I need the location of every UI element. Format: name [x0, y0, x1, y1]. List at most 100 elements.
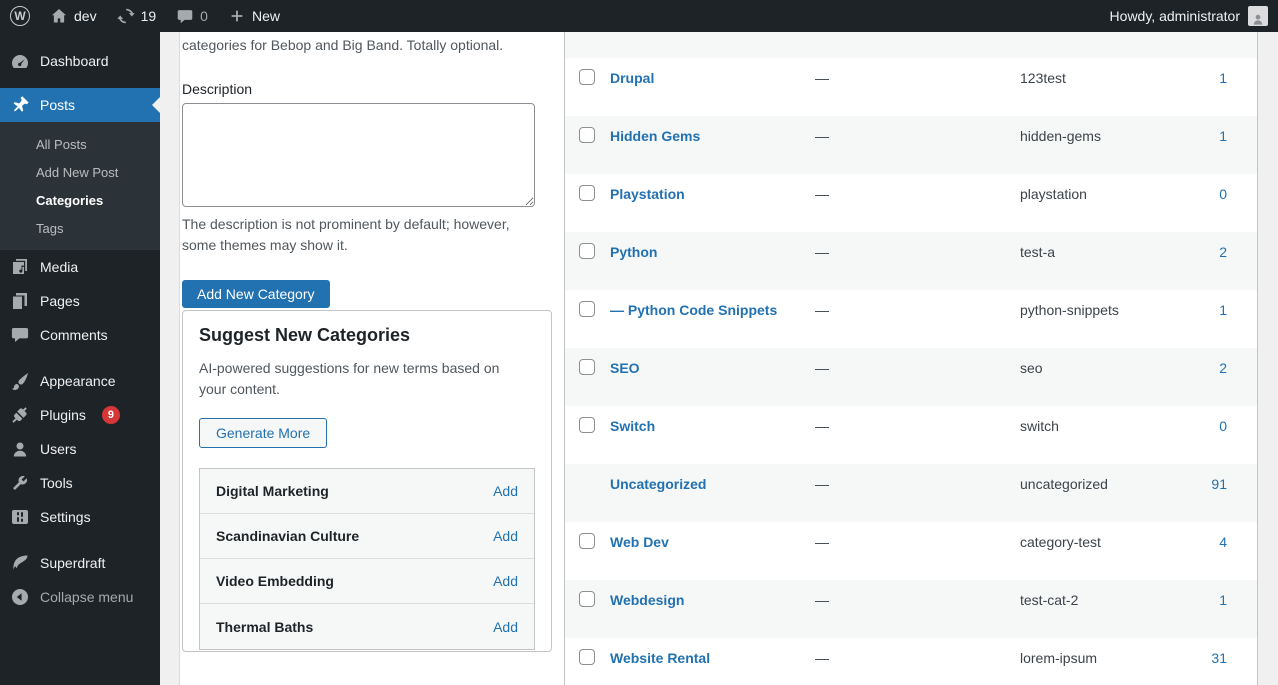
updates-link[interactable]: 19 — [107, 0, 167, 32]
row-select-checkbox[interactable] — [579, 649, 595, 665]
row-select-checkbox[interactable] — [579, 591, 595, 607]
sidebar-item-pages[interactable]: Pages — [0, 284, 160, 318]
row-select-checkbox[interactable] — [579, 417, 595, 433]
suggestions-list: Digital Marketing Add Scandinavian Cultu… — [199, 468, 535, 650]
category-post-count-link[interactable]: 0 — [1219, 418, 1227, 434]
add-new-category-button[interactable]: Add New Category — [182, 280, 330, 308]
collapse-arrow-icon — [10, 587, 30, 607]
sidebar-item-comments[interactable]: Comments — [0, 318, 160, 352]
category-description: — — [815, 360, 829, 376]
sidebar-item-settings[interactable]: Settings — [0, 500, 160, 534]
pages-icon — [10, 291, 30, 311]
category-post-count-link[interactable]: 4 — [1219, 534, 1227, 550]
category-name-link[interactable]: Drupal — [610, 70, 654, 86]
category-name-link[interactable]: Hidden Gems — [610, 128, 700, 144]
category-description: — — [815, 650, 829, 666]
category-name-link[interactable]: Switch — [610, 418, 655, 434]
category-post-count-link[interactable]: 1 — [1219, 592, 1227, 608]
row-select-checkbox[interactable] — [579, 533, 595, 549]
sidebar-item-label: Users — [40, 441, 77, 457]
comments-icon — [10, 325, 30, 345]
category-slug: hidden-gems — [1020, 128, 1101, 144]
row-select-checkbox[interactable] — [579, 243, 595, 259]
howdy-account-link[interactable]: Howdy, administrator — [1110, 8, 1240, 24]
avatar[interactable] — [1248, 6, 1268, 26]
category-slug: seo — [1020, 360, 1043, 376]
table-row: Hidden Gems — hidden-gems 1 — [565, 116, 1257, 174]
table-row: SEO — seo 2 — [565, 348, 1257, 406]
submenu-item[interactable]: Tags — [0, 214, 160, 242]
category-name-link[interactable]: Website Rental — [610, 650, 710, 666]
category-description: — — [815, 534, 829, 550]
sidebar-item-label: Superdraft — [40, 555, 106, 571]
updates-count: 19 — [140, 8, 157, 24]
sidebar-item-media[interactable]: Media — [0, 250, 160, 284]
submenu-item[interactable]: Categories — [0, 186, 160, 214]
categories-table: Drupal — 123test 1 Hidden Gems — hidden-… — [564, 32, 1258, 685]
category-description: — — [815, 70, 829, 86]
sidebar-item-dashboard[interactable]: Dashboard — [0, 44, 160, 78]
category-name-link[interactable]: Playstation — [610, 186, 685, 202]
category-name-link[interactable]: — Python Code Snippets — [610, 302, 777, 318]
site-name-link[interactable]: dev — [40, 0, 107, 32]
new-content-link[interactable]: New — [218, 0, 290, 32]
suggestion-name: Video Embedding — [216, 573, 334, 589]
submenu-item[interactable]: All Posts — [0, 130, 160, 158]
suggestion-add-link[interactable]: Add — [493, 483, 518, 499]
row-select-checkbox[interactable] — [579, 127, 595, 143]
sidebar-item-users[interactable]: Users — [0, 432, 160, 466]
category-post-count-link[interactable]: 2 — [1219, 244, 1227, 260]
suggestion-add-link[interactable]: Add — [493, 573, 518, 589]
suggestion-row: Video Embedding Add — [200, 559, 534, 604]
category-post-count-link[interactable]: 1 — [1219, 128, 1227, 144]
collapse-menu-button[interactable]: Collapse menu — [0, 580, 160, 614]
suggestion-row: Digital Marketing Add — [200, 469, 534, 514]
table-row: Web Dev — category-test 4 — [565, 522, 1257, 580]
sidebar-item-tools[interactable]: Tools — [0, 466, 160, 500]
category-description: — — [815, 476, 829, 492]
submenu-item-label: Categories — [36, 192, 104, 208]
category-post-count-link[interactable]: 1 — [1219, 70, 1227, 86]
sidebar-item-label: Collapse menu — [40, 589, 134, 605]
row-select-checkbox[interactable] — [579, 301, 595, 317]
pushpin-icon — [10, 95, 30, 115]
category-description: — — [815, 592, 829, 608]
dashboard-icon — [10, 51, 30, 71]
sidebar-item-posts[interactable]: Posts — [0, 88, 160, 122]
sidebar-item-plugins[interactable]: Plugins 9 — [0, 398, 160, 432]
category-post-count-link[interactable]: 2 — [1219, 360, 1227, 376]
row-select-checkbox[interactable] — [579, 185, 595, 201]
submenu-item[interactable]: Add New Post — [0, 158, 160, 186]
category-name-link[interactable]: Web Dev — [610, 534, 669, 550]
sidebar-item-label: Tools — [40, 475, 73, 491]
submenu-item-label: All Posts — [36, 136, 87, 152]
category-name-link[interactable]: Webdesign — [610, 592, 684, 608]
category-slug: lorem-ipsum — [1020, 650, 1098, 666]
suggestion-add-link[interactable]: Add — [493, 528, 518, 544]
category-name-link[interactable]: Uncategorized — [610, 476, 706, 492]
table-rows: Drupal — 123test 1 Hidden Gems — hidden-… — [565, 58, 1257, 685]
comments-link[interactable]: 0 — [166, 0, 218, 32]
category-post-count-link[interactable]: 1 — [1219, 302, 1227, 318]
category-post-count-link[interactable]: 0 — [1219, 186, 1227, 202]
row-select-checkbox[interactable] — [579, 69, 595, 85]
sidebar-item-appearance[interactable]: Appearance — [0, 364, 160, 398]
suggestion-add-link[interactable]: Add — [493, 619, 518, 635]
suggestion-row: Scandinavian Culture Add — [200, 514, 534, 559]
description-textarea[interactable] — [182, 103, 535, 207]
suggestion-name: Digital Marketing — [216, 483, 329, 499]
sidebar-item-label: Settings — [40, 509, 91, 525]
panel-description: AI-powered suggestions for new terms bas… — [199, 360, 500, 397]
category-post-count-link[interactable]: 91 — [1211, 476, 1227, 492]
category-name-link[interactable]: SEO — [610, 360, 640, 376]
category-name-link[interactable]: Python — [610, 244, 657, 260]
category-post-count-link[interactable]: 31 — [1211, 650, 1227, 666]
wordpress-logo-menu[interactable]: W — [0, 0, 40, 32]
panel-title: Suggest New Categories — [199, 325, 411, 345]
category-slug: test-a — [1020, 244, 1056, 260]
sidebar-item-label: Comments — [40, 327, 108, 343]
table-row-partial — [565, 32, 1257, 58]
sidebar-item-superdraft[interactable]: Superdraft — [0, 546, 160, 580]
generate-more-button[interactable]: Generate More — [199, 418, 328, 448]
row-select-checkbox[interactable] — [579, 359, 595, 375]
